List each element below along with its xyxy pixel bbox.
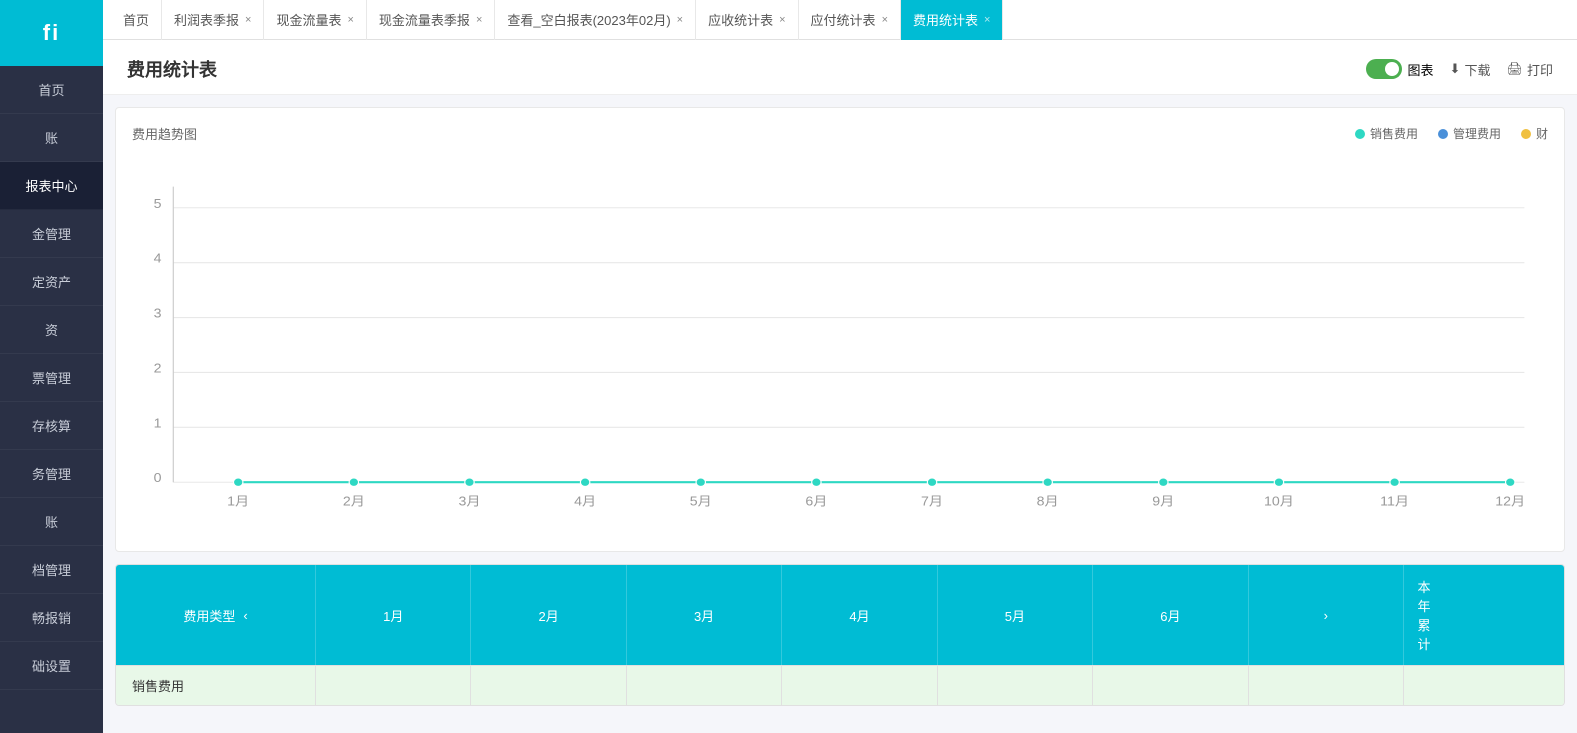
print-button[interactable]: 🖨 打印: [1506, 60, 1553, 79]
sidebar: fi 首页 账 报表中心 金管理 定资产 资 票管理 存核算 务管理 账 档管理…: [0, 0, 103, 733]
legend-admin: 管理费用: [1438, 125, 1501, 142]
table-header: 费用类型 ‹ 1月 2月 3月 4月 5月 6月 › 本年累计: [116, 565, 1564, 665]
cell-m5: [938, 666, 1093, 705]
cell-type: 销售费用: [116, 666, 316, 705]
col-m2: 2月: [471, 565, 626, 665]
header-actions: 图表 ⬇ 下载 🖨 打印: [1366, 59, 1553, 79]
sidebar-item-fund[interactable]: 金管理: [0, 210, 103, 258]
svg-text:8月: 8月: [1037, 494, 1059, 508]
tab-close-cashflow[interactable]: ×: [347, 14, 353, 26]
tab-view-blank[interactable]: 查看_空白报表(2023年02月) ×: [495, 0, 696, 40]
cell-m4: [782, 666, 937, 705]
cell-nav: [1249, 666, 1404, 705]
tab-close-profit-quarter[interactable]: ×: [245, 14, 251, 26]
tab-payable[interactable]: 应付统计表 ×: [799, 0, 901, 40]
sidebar-item-basic-settings[interactable]: 础设置: [0, 642, 103, 690]
chart-area: 0 1 2 3 4 5: [132, 155, 1548, 535]
sidebar-item-sales-return[interactable]: 畅报销: [0, 594, 103, 642]
sidebar-item-home[interactable]: 首页: [0, 66, 103, 114]
svg-text:10月: 10月: [1264, 494, 1294, 508]
cell-m6: [1093, 666, 1248, 705]
tab-close-expense[interactable]: ×: [984, 14, 990, 26]
col-m6: 6月: [1093, 565, 1248, 665]
cell-ytd: [1404, 666, 1444, 705]
nav-prev-arrow[interactable]: ‹: [243, 608, 247, 623]
col-nav[interactable]: ›: [1249, 565, 1404, 665]
legend-label-admin: 管理费用: [1453, 125, 1501, 142]
cell-m2: [471, 666, 626, 705]
svg-text:12月: 12月: [1495, 494, 1525, 508]
svg-text:2月: 2月: [343, 494, 365, 508]
chart-svg: 0 1 2 3 4 5: [132, 155, 1548, 535]
page-header: 费用统计表 图表 ⬇ 下载 🖨 打印: [103, 40, 1577, 95]
print-icon: 🖨: [1506, 61, 1523, 77]
tab-bar: 首页 利润表季报 × 现金流量表 × 现金流量表季报 × 查看_空白报表(202…: [103, 0, 1577, 40]
tab-close-payable[interactable]: ×: [882, 14, 888, 26]
svg-text:1月: 1月: [227, 494, 249, 508]
svg-text:5月: 5月: [690, 494, 712, 508]
svg-text:11月: 11月: [1380, 494, 1409, 508]
svg-text:3: 3: [154, 306, 162, 320]
tab-cashflow-quarter[interactable]: 现金流量表季报 ×: [367, 0, 495, 40]
cell-m3: [627, 666, 782, 705]
legend-label-finance: 财: [1536, 125, 1548, 142]
legend-dot-finance: [1521, 129, 1531, 139]
svg-text:9月: 9月: [1152, 494, 1174, 508]
chart-toggle[interactable]: [1366, 59, 1402, 79]
svg-text:6月: 6月: [805, 494, 827, 508]
sidebar-item-service[interactable]: 务管理: [0, 450, 103, 498]
sidebar-logo: fi: [0, 0, 103, 66]
svg-text:4: 4: [154, 251, 162, 265]
col-m1: 1月: [316, 565, 471, 665]
tab-close-receivable[interactable]: ×: [779, 14, 785, 26]
svg-text:1: 1: [154, 416, 162, 430]
tab-close-view-blank[interactable]: ×: [677, 14, 683, 26]
main-area: 首页 利润表季报 × 现金流量表 × 现金流量表季报 × 查看_空白报表(202…: [103, 0, 1577, 733]
legend-finance: 财: [1521, 125, 1548, 142]
svg-text:2: 2: [154, 361, 162, 375]
svg-text:4月: 4月: [574, 494, 596, 508]
col-type: 费用类型 ‹: [116, 565, 316, 665]
tab-profit-quarter[interactable]: 利润表季报 ×: [162, 0, 264, 40]
download-button[interactable]: ⬇ 下载: [1450, 60, 1491, 79]
legend-dot-admin: [1438, 129, 1448, 139]
chart-title: 费用趋势图: [132, 124, 197, 143]
sidebar-item-ledger[interactable]: 账: [0, 498, 103, 546]
svg-text:5: 5: [154, 196, 162, 210]
svg-text:7月: 7月: [921, 494, 943, 508]
sidebar-item-investment[interactable]: 资: [0, 306, 103, 354]
sidebar-item-file-mgmt[interactable]: 档管理: [0, 546, 103, 594]
col-m3: 3月: [627, 565, 782, 665]
chart-legend: 销售费用 管理费用 财: [1355, 125, 1548, 142]
legend-sales: 销售费用: [1355, 125, 1418, 142]
sidebar-item-invoice[interactable]: 票管理: [0, 354, 103, 402]
tab-expense[interactable]: 费用统计表 ×: [901, 0, 1003, 40]
cell-m1: [316, 666, 471, 705]
legend-dot-sales: [1355, 129, 1365, 139]
tab-receivable[interactable]: 应收统计表 ×: [696, 0, 798, 40]
chart-section: 费用趋势图 销售费用 管理费用 财: [115, 107, 1565, 552]
chart-toggle-label: 图表: [1408, 60, 1434, 79]
svg-text:3月: 3月: [458, 494, 480, 508]
expense-table: 费用类型 ‹ 1月 2月 3月 4月 5月 6月 › 本年累计 销售费用: [115, 564, 1565, 706]
tab-home[interactable]: 首页: [111, 0, 162, 40]
col-m4: 4月: [782, 565, 937, 665]
chart-toggle-wrap: 图表: [1366, 59, 1434, 79]
sidebar-item-report-center[interactable]: 报表中心: [0, 162, 103, 210]
tab-close-cashflow-quarter[interactable]: ×: [476, 14, 482, 26]
sidebar-item-fixed-assets[interactable]: 定资产: [0, 258, 103, 306]
page-title: 费用统计表: [127, 56, 217, 82]
download-icon: ⬇: [1450, 61, 1461, 77]
content-area: 费用统计表 图表 ⬇ 下载 🖨 打印 费用趋势图: [103, 40, 1577, 733]
sidebar-item-account[interactable]: 账: [0, 114, 103, 162]
svg-text:0: 0: [154, 471, 162, 485]
sidebar-item-inventory[interactable]: 存核算: [0, 402, 103, 450]
tab-cashflow[interactable]: 现金流量表 ×: [264, 0, 366, 40]
table-row: 销售费用: [116, 665, 1564, 705]
col-ytd: 本年累计: [1404, 565, 1444, 665]
legend-label-sales: 销售费用: [1370, 125, 1418, 142]
col-m5: 5月: [938, 565, 1093, 665]
